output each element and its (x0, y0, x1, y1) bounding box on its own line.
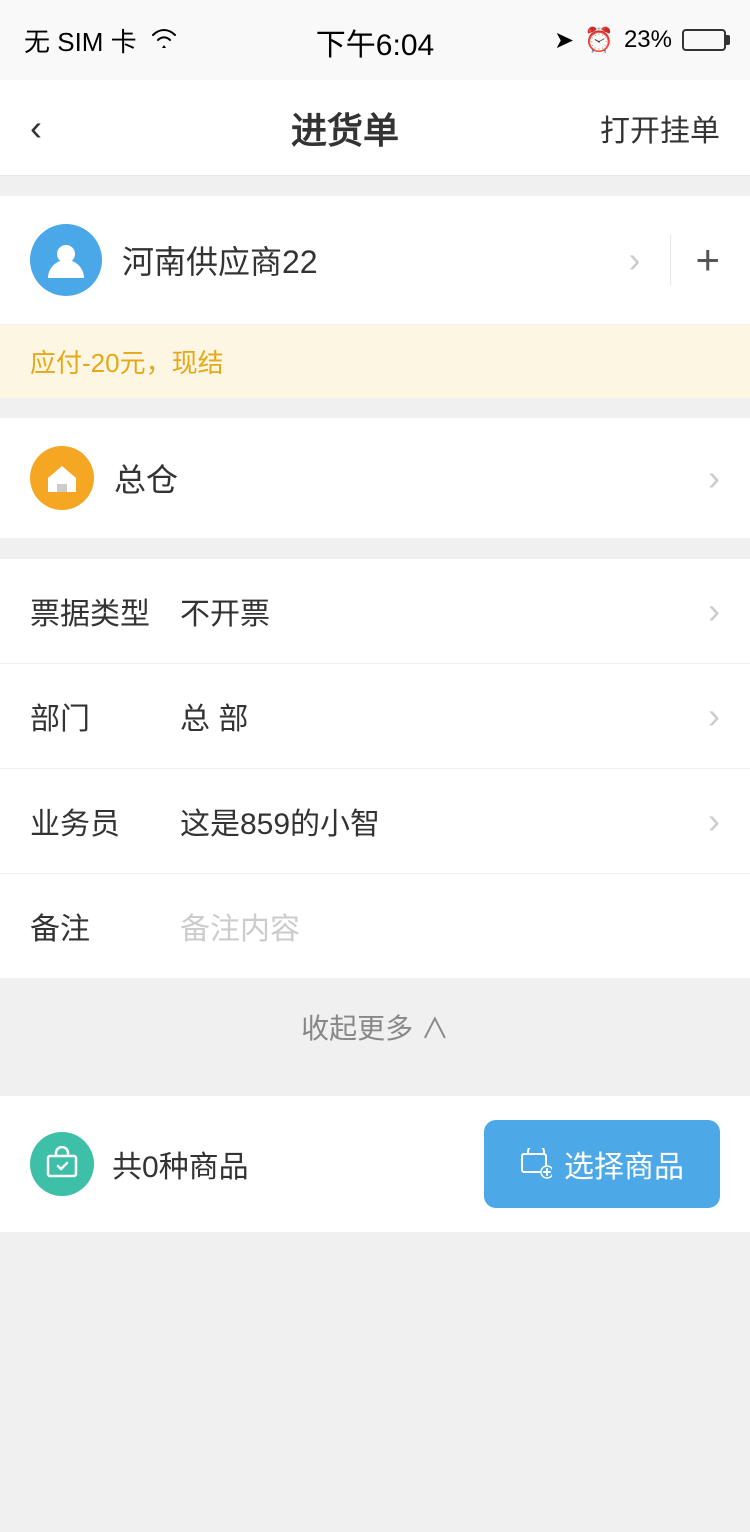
salesman-value: 这是859的小智 (170, 799, 698, 843)
info-banner: 应付-20元，现结 (0, 325, 750, 398)
salesman-label: 业务员 (30, 799, 170, 843)
battery-text: 23% (624, 26, 672, 54)
supplier-section: 河南供应商22 + 应付-20元，现结 (0, 196, 750, 398)
section-gap-4 (0, 1075, 750, 1095)
product-count-text: 共0种商品 (112, 1142, 249, 1186)
salesman-row[interactable]: 业务员 这是859的小智 (0, 769, 750, 874)
remark-row[interactable]: 备注 备注内容 (0, 874, 750, 979)
status-time: 下午6:04 (316, 20, 434, 64)
add-supplier-button[interactable]: + (695, 236, 720, 284)
department-value: 总 部 (170, 694, 698, 738)
invoice-label: 票据类型 (30, 589, 170, 633)
department-arrow-icon (708, 695, 720, 737)
section-gap-1 (0, 176, 750, 196)
page-background (0, 1232, 750, 1532)
remark-label: 备注 (30, 904, 170, 948)
location-icon: ➤ (554, 26, 574, 55)
supplier-avatar (30, 224, 102, 296)
open-pending-button[interactable]: 打开挂单 (600, 106, 720, 150)
select-product-label: 选择商品 (564, 1142, 684, 1186)
warehouse-row[interactable]: 总仓 (0, 418, 750, 539)
page-title: 进货单 (291, 102, 399, 154)
form-section: 票据类型 不开票 部门 总 部 业务员 这是859的小智 备注 备注内容 (0, 559, 750, 979)
warehouse-arrow-icon (708, 457, 720, 499)
battery-icon (682, 29, 726, 51)
alarm-icon: ⏰ (584, 26, 614, 55)
bottom-bar: 共0种商品 选择商品 (0, 1095, 750, 1232)
warehouse-name: 总仓 (114, 455, 708, 501)
product-icon (30, 1132, 94, 1196)
supplier-row[interactable]: 河南供应商22 + (0, 196, 750, 325)
product-count-prefix: 共 (112, 1151, 142, 1184)
invoice-row[interactable]: 票据类型 不开票 (0, 559, 750, 664)
product-count-number: 0 (142, 1151, 159, 1184)
department-label: 部门 (30, 694, 170, 738)
warehouse-icon (30, 446, 94, 510)
supplier-divider (670, 235, 671, 285)
status-left: 无 SIM 卡 (24, 22, 179, 59)
collapse-label: 收起更多 ∧ (301, 1007, 449, 1047)
select-product-button[interactable]: 选择商品 (484, 1120, 720, 1208)
nav-bar: ‹ 进货单 打开挂单 (0, 80, 750, 176)
collapse-button[interactable]: 收起更多 ∧ (0, 979, 750, 1075)
back-button[interactable]: ‹ (30, 107, 90, 149)
status-right: ➤ ⏰ 23% (554, 26, 726, 55)
wifi-icon (149, 25, 179, 56)
warehouse-section: 总仓 (0, 418, 750, 539)
department-row[interactable]: 部门 总 部 (0, 664, 750, 769)
invoice-value: 不开票 (170, 589, 698, 633)
salesman-arrow-icon (708, 800, 720, 842)
carrier-text: 无 SIM 卡 (24, 22, 137, 59)
supplier-arrow-icon (628, 239, 640, 281)
product-count-area: 共0种商品 (30, 1132, 249, 1196)
product-count-suffix: 种商品 (159, 1151, 249, 1184)
supplier-name: 河南供应商22 (122, 237, 628, 283)
section-gap-3 (0, 539, 750, 559)
section-gap-2 (0, 398, 750, 418)
invoice-arrow-icon (708, 590, 720, 632)
remark-input[interactable]: 备注内容 (170, 904, 720, 948)
status-bar: 无 SIM 卡 下午6:04 ➤ ⏰ 23% (0, 0, 750, 80)
